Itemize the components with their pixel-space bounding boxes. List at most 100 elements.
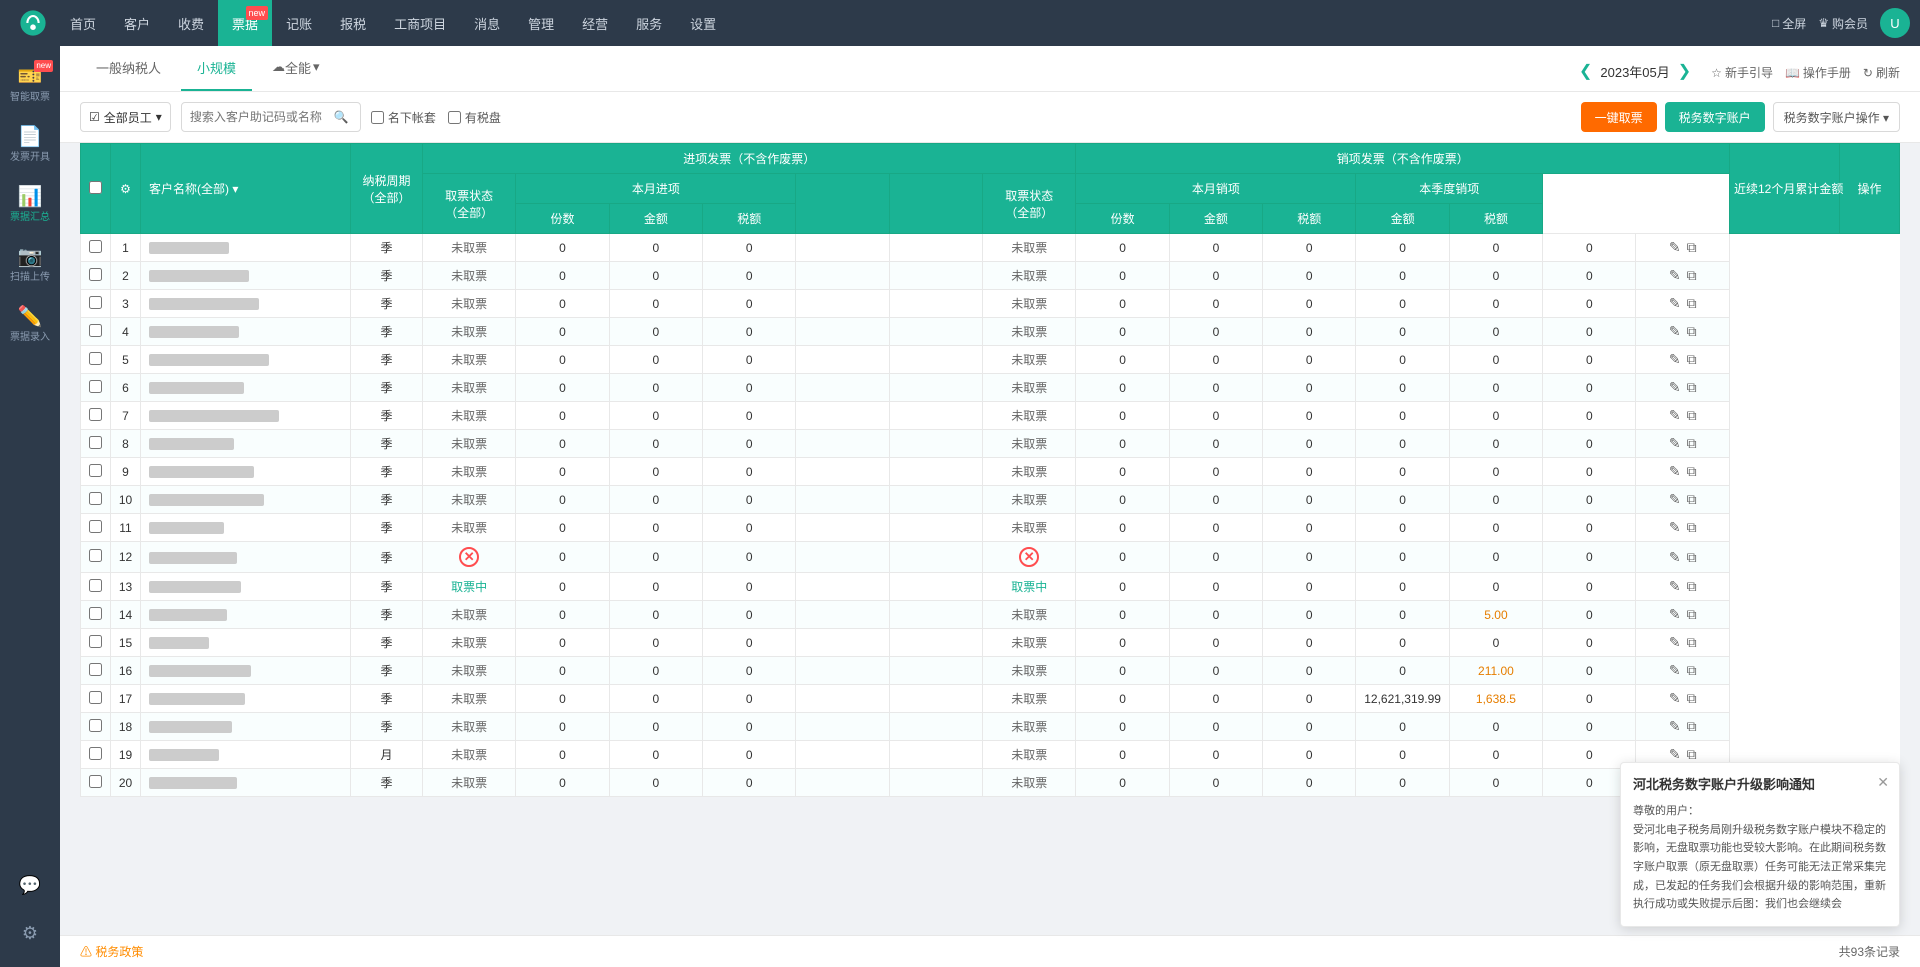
sidebar-item-summary[interactable]: 📊 票据汇总: [3, 176, 57, 232]
tab-all[interactable]: ☁ 全能 ▾: [256, 46, 336, 91]
employee-select[interactable]: ☑ 全部员工 ▾: [80, 102, 171, 132]
nav-client[interactable]: 客户: [110, 0, 164, 46]
edit-icon[interactable]: ✎: [1669, 295, 1681, 312]
edit-icon[interactable]: ✎: [1669, 549, 1681, 566]
copy-icon[interactable]: ⧉: [1687, 549, 1697, 566]
nav-business[interactable]: 工商项目: [380, 0, 460, 46]
edit-icon[interactable]: ✎: [1669, 323, 1681, 340]
row-checkbox[interactable]: [89, 324, 102, 337]
period-next-btn[interactable]: ❯: [1678, 61, 1691, 81]
copy-icon[interactable]: ⧉: [1687, 295, 1697, 312]
refresh-btn[interactable]: ↻ 刷新: [1863, 64, 1900, 81]
nav-tax[interactable]: 报税: [326, 0, 380, 46]
search-input[interactable]: [190, 110, 330, 124]
sidebar-item-smart-ticket[interactable]: 🎫 智能取票 new: [3, 56, 57, 112]
sidebar-item-entry[interactable]: ✏️ 票据录入: [3, 296, 57, 352]
fullscreen-btn[interactable]: □ 全屏: [1772, 15, 1806, 32]
account-checkbox[interactable]: [371, 111, 384, 124]
nav-ticket[interactable]: 票据 new: [218, 0, 272, 46]
status-error-icon[interactable]: ✕: [1019, 547, 1039, 567]
nav-operation[interactable]: 经营: [568, 0, 622, 46]
row-checkbox[interactable]: [89, 663, 102, 676]
edit-icon[interactable]: ✎: [1669, 634, 1681, 651]
edit-icon[interactable]: ✎: [1669, 491, 1681, 508]
copy-icon[interactable]: ⧉: [1687, 267, 1697, 284]
nav-message[interactable]: 消息: [460, 0, 514, 46]
edit-icon[interactable]: ✎: [1669, 746, 1681, 763]
copy-icon[interactable]: ⧉: [1687, 718, 1697, 735]
manual-btn[interactable]: 📖 操作手册: [1785, 64, 1851, 81]
row-checkbox[interactable]: [89, 775, 102, 788]
edit-icon[interactable]: ✎: [1669, 662, 1681, 679]
edit-icon[interactable]: ✎: [1669, 606, 1681, 623]
one-key-ticket-btn[interactable]: 一键取票: [1581, 102, 1657, 132]
row-checkbox[interactable]: [89, 719, 102, 732]
row-checkbox[interactable]: [89, 352, 102, 365]
row-checkbox[interactable]: [89, 408, 102, 421]
row-checkbox[interactable]: [89, 549, 102, 562]
nav-billing[interactable]: 收费: [164, 0, 218, 46]
sidebar-item-open-ticket[interactable]: 📄 发票开具: [3, 116, 57, 172]
edit-icon[interactable]: ✎: [1669, 239, 1681, 256]
user-avatar[interactable]: U: [1880, 8, 1910, 38]
edit-icon[interactable]: ✎: [1669, 690, 1681, 707]
check-tax-disc[interactable]: 有税盘: [448, 109, 501, 126]
copy-icon[interactable]: ⧉: [1687, 239, 1697, 256]
row-checkbox[interactable]: [89, 464, 102, 477]
tab-general-taxpayer[interactable]: 一般纳税人: [80, 46, 177, 91]
copy-icon[interactable]: ⧉: [1687, 323, 1697, 340]
row-checkbox[interactable]: [89, 268, 102, 281]
copy-icon[interactable]: ⧉: [1687, 407, 1697, 424]
nav-accounting[interactable]: 记账: [272, 0, 326, 46]
search-icon[interactable]: 🔍: [334, 110, 349, 124]
tax-disc-checkbox[interactable]: [448, 111, 461, 124]
copy-icon[interactable]: ⧉: [1687, 606, 1697, 623]
copy-icon[interactable]: ⧉: [1687, 519, 1697, 536]
copy-icon[interactable]: ⧉: [1687, 491, 1697, 508]
row-checkbox[interactable]: [89, 296, 102, 309]
status-error-icon[interactable]: ✕: [459, 547, 479, 567]
copy-icon[interactable]: ⧉: [1687, 379, 1697, 396]
sidebar-message[interactable]: 💬: [3, 867, 57, 907]
edit-icon[interactable]: ✎: [1669, 407, 1681, 424]
edit-icon[interactable]: ✎: [1669, 435, 1681, 452]
tab-small-scale[interactable]: 小规模: [181, 46, 252, 91]
notif-close-btn[interactable]: ✕: [1877, 771, 1889, 793]
vip-btn[interactable]: ♛ 购会员: [1818, 15, 1868, 32]
row-checkbox[interactable]: [89, 579, 102, 592]
edit-icon[interactable]: ✎: [1669, 379, 1681, 396]
edit-icon[interactable]: ✎: [1669, 267, 1681, 284]
nav-service[interactable]: 服务: [622, 0, 676, 46]
row-checkbox[interactable]: [89, 436, 102, 449]
new-guide-btn[interactable]: ☆ 新手引导: [1711, 64, 1773, 81]
period-prev-btn[interactable]: ❮: [1579, 61, 1592, 81]
copy-icon[interactable]: ⧉: [1687, 578, 1697, 595]
row-checkbox[interactable]: [89, 240, 102, 253]
sidebar-item-scan[interactable]: 📷 扫描上传: [3, 236, 57, 292]
copy-icon[interactable]: ⧉: [1687, 634, 1697, 651]
row-checkbox[interactable]: [89, 380, 102, 393]
check-account[interactable]: 名下帐套: [371, 109, 436, 126]
edit-icon[interactable]: ✎: [1669, 463, 1681, 480]
sidebar-settings[interactable]: ⚙: [3, 915, 57, 955]
row-checkbox[interactable]: [89, 492, 102, 505]
row-checkbox[interactable]: [89, 635, 102, 648]
nav-home[interactable]: 首页: [56, 0, 110, 46]
copy-icon[interactable]: ⧉: [1687, 463, 1697, 480]
row-checkbox[interactable]: [89, 607, 102, 620]
edit-icon[interactable]: ✎: [1669, 578, 1681, 595]
edit-icon[interactable]: ✎: [1669, 351, 1681, 368]
logo[interactable]: [10, 0, 56, 46]
copy-icon[interactable]: ⧉: [1687, 435, 1697, 452]
digital-account-op-btn[interactable]: 税务数字账户操作 ▾: [1773, 102, 1900, 132]
nav-settings[interactable]: 设置: [676, 0, 730, 46]
row-checkbox[interactable]: [89, 691, 102, 704]
nav-admin[interactable]: 管理: [514, 0, 568, 46]
digital-account-btn[interactable]: 税务数字账户: [1665, 102, 1765, 132]
edit-icon[interactable]: ✎: [1669, 718, 1681, 735]
tax-policy-link[interactable]: ⚠ 税务政策: [80, 943, 143, 960]
copy-icon[interactable]: ⧉: [1687, 690, 1697, 707]
copy-icon[interactable]: ⧉: [1687, 351, 1697, 368]
copy-icon[interactable]: ⧉: [1687, 746, 1697, 763]
edit-icon[interactable]: ✎: [1669, 519, 1681, 536]
